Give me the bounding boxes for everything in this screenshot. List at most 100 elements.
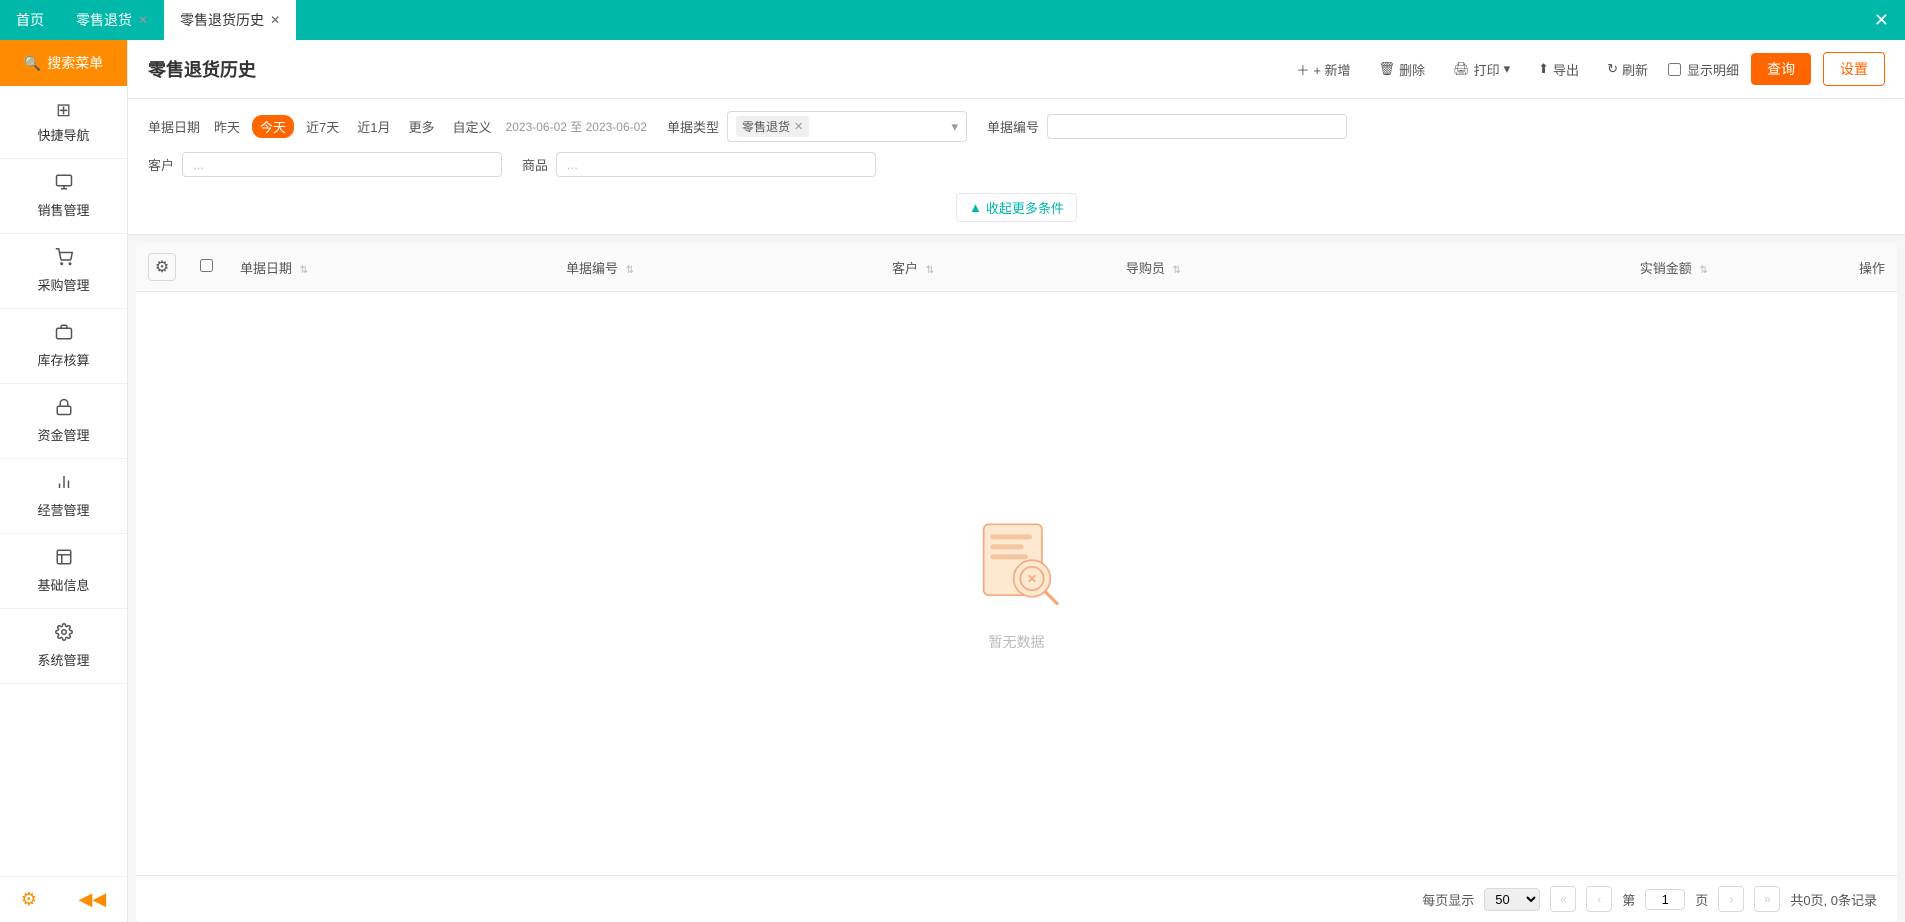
content-area: 零售退货历史 ＋ + 新增 🗑 删除 🖨 打印 ▾ ⬆ 导出 (128, 40, 1905, 922)
query-button[interactable]: 查询 (1751, 53, 1811, 85)
date-range-display: 2023-06-02 至 2023-06-02 (506, 118, 647, 135)
tab-home[interactable]: 首页 (0, 0, 60, 40)
sidebar-item-inventory[interactable]: 库存核算 (0, 309, 127, 384)
basic-info-icon (55, 548, 73, 571)
col-guide[interactable]: 导购员 ⇅ (1114, 243, 1394, 292)
settings-button[interactable]: 设置 (1823, 52, 1885, 86)
doc-type-tag-close[interactable]: ✕ (794, 120, 803, 133)
operations-icon (55, 473, 73, 496)
print-icon: 🖨 (1453, 61, 1470, 77)
select-all-checkbox[interactable] (200, 259, 213, 272)
print-button[interactable]: 🖨 打印 ▾ (1445, 56, 1518, 83)
collapse-button[interactable]: ▲ 收起更多条件 (956, 193, 1077, 222)
sidebar-item-operations[interactable]: 经营管理 (0, 459, 127, 534)
customer-filter-input[interactable]: ... (182, 152, 502, 177)
total-records: 共0页, 0条记录 (1790, 890, 1877, 909)
doc-no-input[interactable] (1047, 114, 1347, 139)
tab-close-retail-return-history[interactable]: ✕ (270, 13, 280, 27)
customer-filter-group: 客户 ... (148, 152, 502, 177)
audio-footer-icon[interactable]: ◀◀ (79, 889, 107, 910)
refresh-button[interactable]: ↻ 刷新 (1599, 56, 1656, 83)
inventory-icon (55, 323, 73, 346)
page-number-input[interactable] (1645, 889, 1685, 910)
page-title: 零售退货历史 (148, 56, 256, 82)
sidebar-footer: ⚙ ◀◀ (0, 876, 127, 922)
pagination-bar: 每页显示 50 10 20 100 « ‹ 第 页 › » 共0页, 0条记录 (136, 875, 1897, 922)
table-container: ⚙ 单据日期 ⇅ 单据编号 ⇅ (136, 243, 1897, 922)
sidebar-item-quick-nav[interactable]: ⊞ 快捷导航 (0, 86, 127, 159)
sidebar: 🔍 搜索菜单 ⊞ 快捷导航 销售管理 采购管理 库存核算 (0, 40, 128, 922)
quick-nav-icon: ⊞ (56, 100, 71, 121)
tab-close-retail-return[interactable]: ✕ (138, 13, 148, 27)
export-icon: ⬆ (1538, 61, 1549, 77)
page-suffix: 页 (1695, 890, 1708, 909)
data-table: ⚙ 单据日期 ⇅ 单据编号 ⇅ (136, 243, 1897, 292)
delete-icon: 🗑 (1379, 61, 1396, 77)
empty-text: 暂无数据 (989, 632, 1045, 652)
customer-filter-label: 客户 (148, 155, 174, 174)
page-prefix: 第 (1622, 890, 1635, 909)
date-1month[interactable]: 近1月 (351, 115, 396, 138)
date-filter-label: 单据日期 (148, 117, 200, 136)
sort-icon-doc-date: ⇅ (300, 265, 308, 276)
export-button[interactable]: ⬆ 导出 (1530, 56, 1587, 83)
new-button[interactable]: ＋ + 新增 (1288, 56, 1358, 83)
top-bar: 首页 零售退货 ✕ 零售退货历史 ✕ ✕ (0, 0, 1905, 40)
col-actual-amount[interactable]: 实销金额 ⇅ (1394, 243, 1720, 292)
date-shortcuts: 昨天 今天 近7天 近1月 更多 自定义 (208, 115, 498, 138)
col-doc-no[interactable]: 单据编号 ⇅ (554, 243, 880, 292)
col-operations: 操作 (1720, 243, 1897, 292)
doc-no-label: 单据编号 (987, 117, 1039, 136)
doc-type-tag: 零售退货 ✕ (736, 116, 809, 137)
col-customer[interactable]: 客户 ⇅ (880, 243, 1114, 292)
sidebar-item-system[interactable]: 系统管理 (0, 609, 127, 684)
delete-button[interactable]: 🗑 删除 (1371, 56, 1434, 83)
date-7days[interactable]: 近7天 (300, 115, 345, 138)
refresh-icon: ↻ (1607, 61, 1618, 77)
print-dropdown-icon: ▾ (1504, 61, 1511, 77)
purchase-icon (55, 248, 73, 271)
tab-retail-return-history[interactable]: 零售退货历史 ✕ (164, 0, 296, 40)
sort-icon-customer: ⇅ (926, 265, 934, 276)
col-doc-date[interactable]: 单据日期 ⇅ (228, 243, 554, 292)
window-close-button[interactable]: ✕ (1874, 10, 1889, 31)
doc-type-label: 单据类型 (667, 117, 719, 136)
empty-illustration (967, 516, 1067, 616)
plus-icon: ＋ (1296, 60, 1309, 79)
next-page-button[interactable]: › (1718, 886, 1744, 912)
doc-no-filter-group: 单据编号 (987, 114, 1347, 139)
last-page-button[interactable]: » (1754, 886, 1780, 912)
table-settings-icon[interactable]: ⚙ (148, 253, 176, 281)
sidebar-search[interactable]: 🔍 搜索菜单 (0, 40, 127, 86)
date-more[interactable]: 更多 (403, 115, 441, 138)
date-custom[interactable]: 自定义 (447, 115, 498, 138)
sidebar-item-basic-info[interactable]: 基础信息 (0, 534, 127, 609)
doc-type-select[interactable]: 零售退货 ✕ ▾ (727, 111, 967, 142)
collapse-row: ▲ 收起更多条件 (148, 187, 1885, 222)
settings-footer-icon[interactable]: ⚙ (21, 889, 37, 910)
sidebar-search-label: 搜索菜单 (47, 53, 103, 73)
doc-type-arrow-icon: ▾ (951, 119, 958, 135)
collapse-up-icon: ▲ (969, 200, 982, 215)
sidebar-item-purchase[interactable]: 采购管理 (0, 234, 127, 309)
sidebar-item-sales[interactable]: 销售管理 (0, 159, 127, 234)
display-toggle-checkbox[interactable] (1668, 63, 1681, 76)
first-page-button[interactable]: « (1550, 886, 1576, 912)
sales-icon (55, 173, 73, 196)
empty-state: 暂无数据 (136, 292, 1897, 875)
page-size-select[interactable]: 50 10 20 100 (1484, 888, 1540, 911)
main-layout: 🔍 搜索菜单 ⊞ 快捷导航 销售管理 采购管理 库存核算 (0, 40, 1905, 922)
display-toggle: 显示明细 (1668, 60, 1739, 79)
sort-icon-guide: ⇅ (1173, 265, 1181, 276)
sidebar-item-finance[interactable]: 资金管理 (0, 384, 127, 459)
goods-filter-input[interactable]: ... (556, 152, 876, 177)
date-today[interactable]: 今天 (252, 115, 294, 138)
goods-filter-group: 商品 ... (522, 152, 876, 177)
page-header: 零售退货历史 ＋ + 新增 🗑 删除 🖨 打印 ▾ ⬆ 导出 (128, 40, 1905, 99)
tab-retail-return[interactable]: 零售退货 ✕ (60, 0, 164, 40)
date-yesterday[interactable]: 昨天 (208, 115, 246, 138)
filter-row-1: 单据日期 昨天 今天 近7天 近1月 更多 自定义 2023-06-02 至 2… (148, 111, 1885, 142)
sort-icon-amount: ⇅ (1699, 265, 1707, 276)
prev-page-button[interactable]: ‹ (1586, 886, 1612, 912)
search-icon: 🔍 (24, 55, 41, 72)
